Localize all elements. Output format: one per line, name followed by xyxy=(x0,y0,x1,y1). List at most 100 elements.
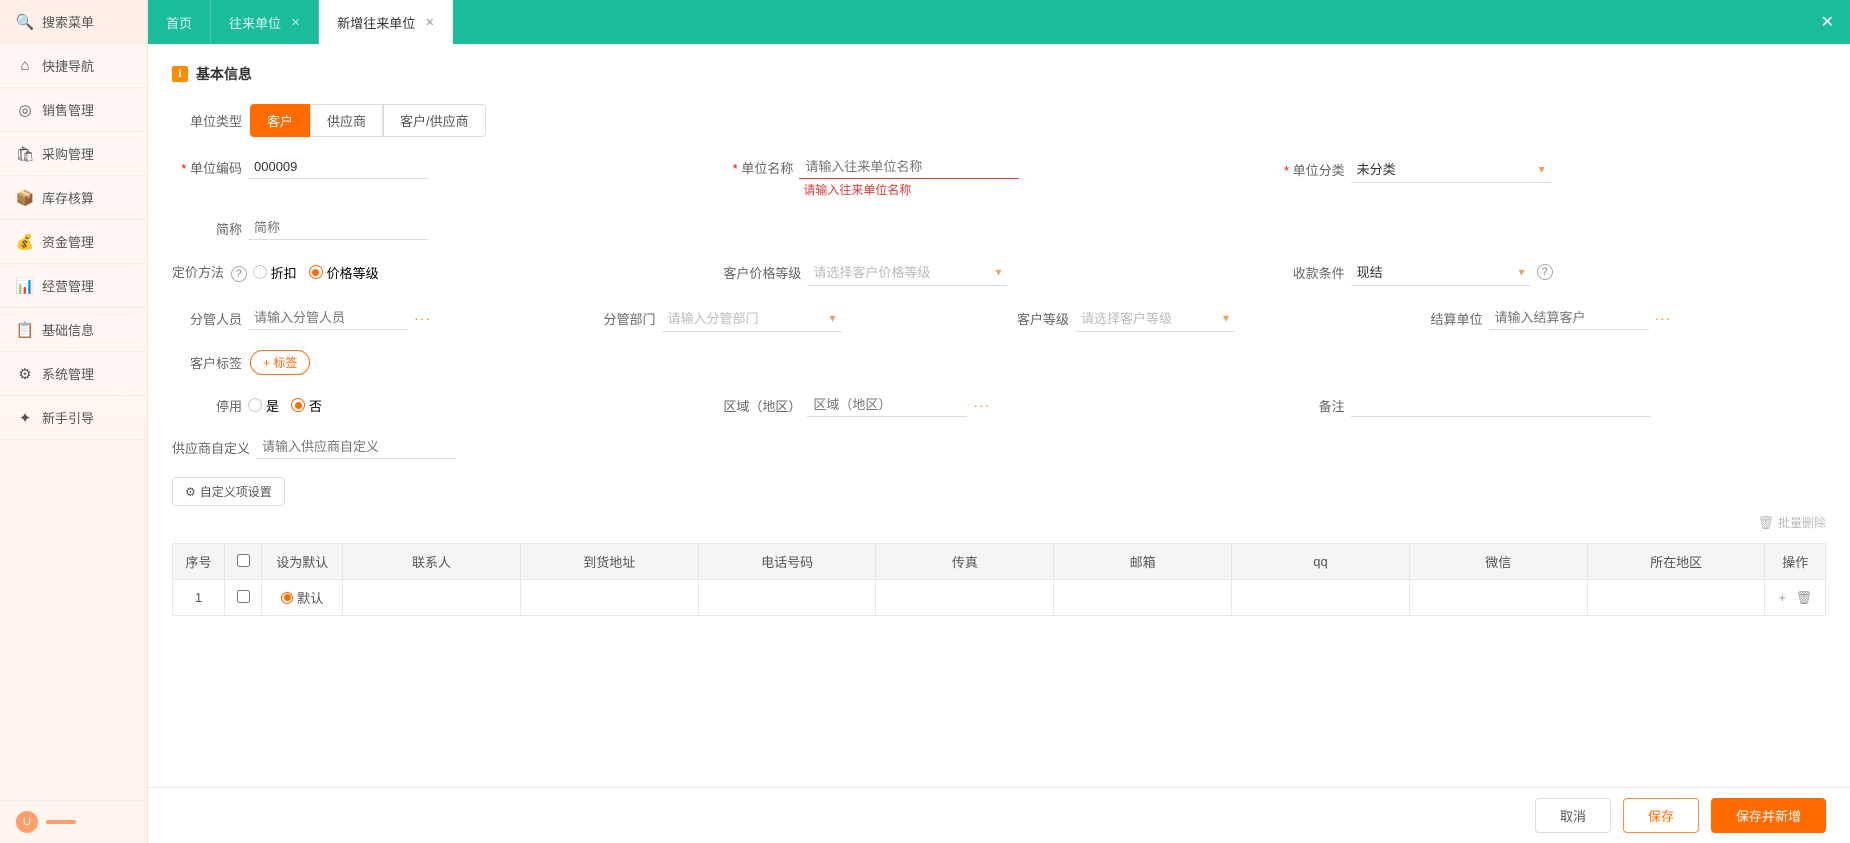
save-button[interactable]: 保存 xyxy=(1623,798,1699,833)
remark-field: 备注 xyxy=(1275,393,1826,417)
pricing-discount-radio[interactable]: 折扣 xyxy=(253,263,297,282)
row-delete-button[interactable]: 🗑 xyxy=(1796,590,1813,605)
sidebar-item-basic-info[interactable]: 📋 基础信息 xyxy=(0,308,147,352)
settlement-more-button[interactable]: ··· xyxy=(1655,310,1672,326)
contact-input[interactable] xyxy=(361,586,501,609)
batch-delete-icon: 🗑 xyxy=(1757,515,1774,531)
unit-category-label: * 单位分类 xyxy=(1275,160,1345,179)
address-input[interactable] xyxy=(539,586,679,609)
custom-settings-button[interactable]: ⚙ 自定义项设置 xyxy=(172,477,285,506)
region-more-button[interactable]: ··· xyxy=(973,397,990,413)
unit-code-input[interactable] xyxy=(248,155,428,179)
sidebar-item-inventory[interactable]: 📦 库存核算 xyxy=(0,176,147,220)
sidebar-item-quick-nav[interactable]: ⌂ 快捷导航 xyxy=(0,44,147,88)
required-star-cat: * xyxy=(1284,163,1289,178)
col-phone: 电话号码 xyxy=(698,544,876,580)
pricing-help-icon[interactable]: ? xyxy=(231,266,247,282)
tab-home[interactable]: 首页 xyxy=(148,0,211,44)
sidebar-item-label: 库存核算 xyxy=(42,188,94,207)
row-region-input[interactable] xyxy=(1606,586,1746,609)
unit-category-select[interactable]: 未分类 ▾ xyxy=(1351,155,1551,183)
sidebar-item-label: 快捷导航 xyxy=(42,56,94,75)
row-address xyxy=(520,580,698,616)
sidebar-item-label: 采购管理 xyxy=(42,144,94,163)
abbr-input[interactable] xyxy=(248,216,428,240)
pricing-level-radio[interactable]: 价格等级 xyxy=(309,263,379,282)
sidebar-item-label: 搜索菜单 xyxy=(42,12,94,31)
payment-terms-label: 收款条件 xyxy=(1275,263,1345,282)
default-label: 默认 xyxy=(297,588,323,607)
col-action: 操作 xyxy=(1765,544,1826,580)
system-icon: ⚙ xyxy=(16,365,34,383)
row-checkbox[interactable] xyxy=(237,590,250,603)
disable-yes-radio[interactable]: 是 xyxy=(248,396,279,415)
select-all-checkbox[interactable] xyxy=(237,554,250,567)
unit-type-customer[interactable]: 客户 xyxy=(250,104,310,137)
add-tag-button[interactable]: + 标签 xyxy=(250,350,310,375)
sidebar-item-purchase[interactable]: 🛍 采购管理 xyxy=(0,132,147,176)
region-label: 区域（地区） xyxy=(723,396,801,415)
abbr-label: 简称 xyxy=(172,219,242,238)
col-region: 所在地区 xyxy=(1587,544,1765,580)
wechat-input[interactable] xyxy=(1428,586,1568,609)
section-title: 基本信息 xyxy=(196,64,252,84)
region-input[interactable] xyxy=(807,393,967,417)
customer-level-select[interactable]: 请选择客户等级 ▾ xyxy=(1075,304,1235,332)
sidebar-item-guide[interactable]: ✦ 新手引导 xyxy=(0,396,147,440)
remark-input[interactable] xyxy=(1351,393,1651,417)
row-default-radio[interactable] xyxy=(281,592,293,604)
cancel-button[interactable]: 取消 xyxy=(1535,798,1611,833)
sidebar-item-finance[interactable]: 💰 资金管理 xyxy=(0,220,147,264)
info-symbol: ℹ xyxy=(178,69,182,80)
tab-partner-close[interactable]: ✕ xyxy=(291,16,300,29)
settlement-input[interactable] xyxy=(1489,306,1649,330)
col-default: 设为默认 xyxy=(262,544,343,580)
table-body: 1 默认 xyxy=(173,580,1826,616)
tab-new-partner[interactable]: 新增往来单位 ✕ xyxy=(319,0,453,44)
unit-category-value: 未分类 xyxy=(1357,159,1535,178)
unit-name-label: * 单位名称 xyxy=(723,158,793,177)
department-select[interactable]: 请输入分管部门 ▾ xyxy=(662,304,842,332)
customer-price-select[interactable]: 请选择客户价格等级 ▾ xyxy=(807,258,1007,286)
row-add-button[interactable]: + xyxy=(1778,590,1786,605)
inventory-icon: 📦 xyxy=(16,189,34,207)
payment-terms-select[interactable]: 现结 ▾ xyxy=(1351,258,1531,286)
tab-new-partner-close[interactable]: ✕ xyxy=(425,16,434,29)
settlement-field: 结算单位 ··· xyxy=(1413,306,1827,330)
unit-type-both[interactable]: 客户/供应商 xyxy=(383,104,486,137)
sidebar-item-label: 资金管理 xyxy=(42,232,94,251)
section-header: ℹ 基本信息 xyxy=(172,64,1826,84)
disable-yes-circle xyxy=(248,398,262,412)
row-checkbox-cell xyxy=(224,580,262,616)
tab-partner[interactable]: 往来单位 ✕ xyxy=(211,0,319,44)
payment-terms-help-icon[interactable]: ? xyxy=(1537,264,1553,280)
sidebar-item-system[interactable]: ⚙ 系统管理 xyxy=(0,352,147,396)
sidebar-item-operations[interactable]: 📊 经营管理 xyxy=(0,264,147,308)
main-area: 首页 往来单位 ✕ 新增往来单位 ✕ ✕ ℹ 基本信息 单位类型 客户 xyxy=(148,0,1850,843)
customer-price-placeholder: 请选择客户价格等级 xyxy=(813,262,991,281)
unit-code-row: * 单位编码 * 单位名称 请输入往来单位名称 xyxy=(172,155,1826,198)
unit-name-input[interactable] xyxy=(799,155,1019,179)
phone-input[interactable] xyxy=(717,586,857,609)
sidebar-item-label: 系统管理 xyxy=(42,364,94,383)
sales-icon: ◎ xyxy=(16,101,34,119)
bottom-bar: 取消 保存 保存并新增 xyxy=(148,787,1850,843)
sidebar-item-search[interactable]: 🔍 搜索菜单 xyxy=(0,0,147,44)
fax-input[interactable] xyxy=(895,586,1035,609)
sidebar-item-label: 销售管理 xyxy=(42,100,94,119)
col-fax: 传真 xyxy=(876,544,1054,580)
email-input[interactable] xyxy=(1073,586,1213,609)
global-close-button[interactable]: ✕ xyxy=(1805,12,1850,32)
unit-type-supplier[interactable]: 供应商 xyxy=(310,104,383,137)
sidebar-item-sales[interactable]: ◎ 销售管理 xyxy=(0,88,147,132)
manager-more-button[interactable]: ··· xyxy=(414,310,431,326)
batch-delete-label[interactable]: 批量删除 xyxy=(1778,514,1826,531)
qq-input[interactable] xyxy=(1250,586,1390,609)
row-fax xyxy=(876,580,1054,616)
supplier-custom-input[interactable] xyxy=(256,435,456,459)
manager-input[interactable] xyxy=(248,306,408,330)
disable-field: 停用 是 否 xyxy=(172,396,723,415)
unit-name-error: 请输入往来单位名称 xyxy=(723,181,1274,198)
disable-no-radio[interactable]: 否 xyxy=(291,396,322,415)
save-new-button[interactable]: 保存并新增 xyxy=(1711,798,1826,833)
